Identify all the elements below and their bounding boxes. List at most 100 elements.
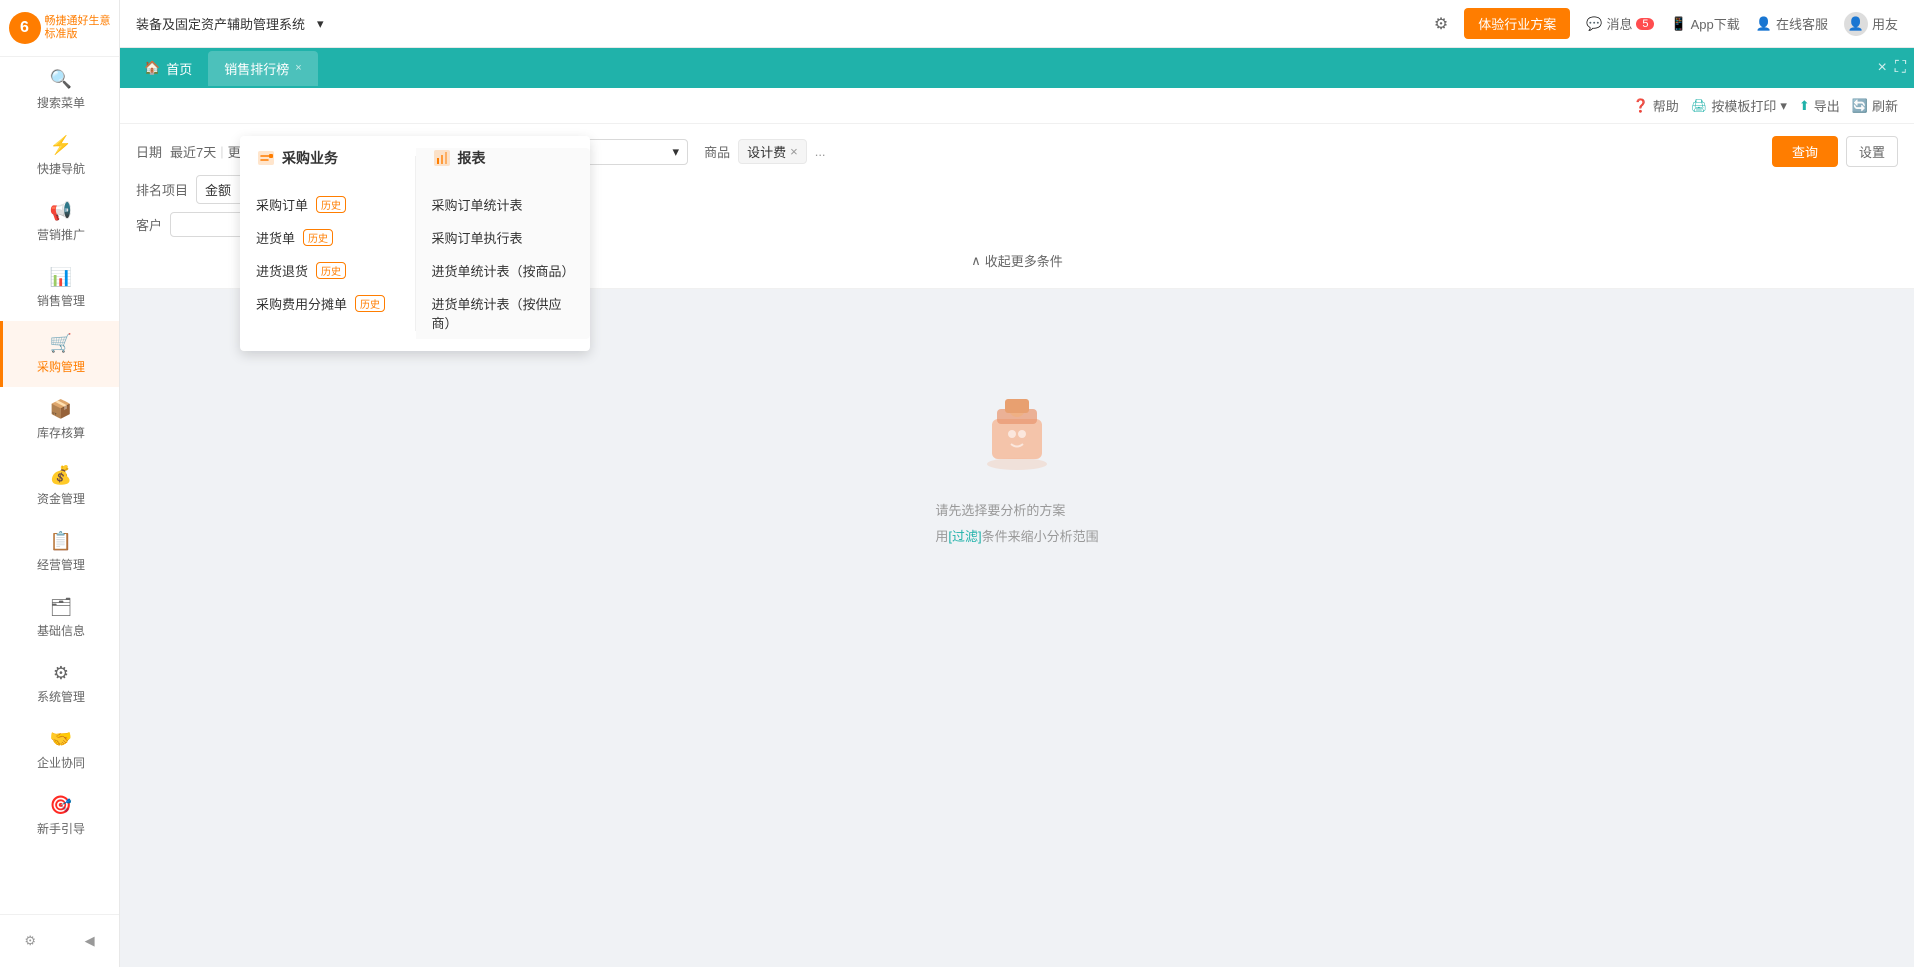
report-menu-column: 报表 采购订单统计表 采购订单执行表 进货单统计表（按商品） 进货单统计表（按供 — [416, 148, 591, 339]
sidebar-item-inventory[interactable]: 📦 库存核算 — [0, 387, 119, 453]
help-btn[interactable]: ❓ 帮助 — [1633, 96, 1679, 115]
goods-tag[interactable]: 设计费 × — [738, 139, 807, 164]
menu-item-goods-stats-by-product[interactable]: 进货单统计表（按商品） — [432, 254, 575, 287]
refresh-btn[interactable]: 🔄 刷新 — [1852, 96, 1898, 115]
header-actions: ⚙ 体验行业方案 💬 消息 5 📱 App下载 👤 在线客服 👤 用友 — [1434, 8, 1898, 39]
sidebar-item-quick-nav[interactable]: ⚡ 快捷导航 — [0, 123, 119, 189]
avatar-icon: 👤 — [1844, 12, 1868, 36]
filter-goods: 商品 设计费 × ... — [704, 139, 825, 164]
sidebar-item-guide[interactable]: 🎯 新手引导 — [0, 783, 119, 849]
help-icon: ❓ — [1633, 98, 1649, 114]
menu-item-purchase-order-stats[interactable]: 采购订单统计表 — [432, 188, 575, 221]
sidebar: 6 畅捷通好生意 标准版 🔍 搜索菜单 ⚡ 快捷导航 📢 营销推广 📊 销售管理… — [0, 0, 120, 967]
message-btn[interactable]: 💬 消息 5 — [1586, 14, 1654, 33]
phone-icon: 📱 — [1670, 16, 1686, 32]
app-download-btn[interactable]: 📱 App下载 — [1670, 14, 1739, 33]
date-7days-btn[interactable]: 最近7天 — [170, 142, 216, 161]
settings-icon: ⚙ — [24, 933, 36, 949]
search-icon: 🔍 — [50, 69, 72, 90]
user-label: 用友 — [1872, 14, 1898, 33]
print-dropdown-icon: ▾ — [1780, 98, 1787, 114]
lightning-icon: ⚡ — [50, 135, 72, 156]
purchase-menu-column: 采购业务 采购订单 历史 进货单 历史 进货退货 历史 — [240, 148, 415, 339]
settings-config-icon[interactable]: ⚙ — [1434, 14, 1448, 34]
service-icon: 👤 — [1756, 16, 1772, 32]
sidebar-item-enterprise[interactable]: 🤝 企业协同 — [0, 717, 119, 783]
message-icon: 💬 — [1586, 16, 1602, 32]
goods-tag-close[interactable]: × — [790, 144, 798, 159]
refresh-icon: 🔄 — [1852, 98, 1868, 114]
sidebar-item-sales[interactable]: 📊 销售管理 — [0, 255, 119, 321]
query-btn[interactable]: 查询 — [1772, 136, 1838, 167]
menu-item-purchase-expense[interactable]: 采购费用分摊单 历史 — [256, 287, 399, 320]
goods-label: 商品 — [704, 142, 730, 161]
tab-sales-ranking[interactable]: 销售排行榜 × — [208, 51, 317, 86]
status-dropdown-icon: ▾ — [673, 144, 680, 160]
goods-receipt-history-badge: 历史 — [303, 229, 333, 246]
close-window-btn[interactable]: × — [1877, 59, 1886, 77]
customer-label: 客户 — [136, 215, 162, 234]
logo-text: 畅捷通好生意 标准版 — [45, 15, 111, 41]
menu-item-purchase-order-exec[interactable]: 采购订单执行表 — [432, 221, 575, 254]
tab-bar-actions: × ⛶ — [1877, 59, 1906, 77]
maximize-btn[interactable]: ⛶ — [1895, 59, 1906, 77]
sidebar-item-system[interactable]: ⚙ 系统管理 — [0, 651, 119, 717]
menu-item-purchase-order[interactable]: 采购订单 历史 — [256, 188, 399, 221]
message-badge: 5 — [1636, 18, 1654, 30]
industry-btn[interactable]: 体验行业方案 — [1464, 8, 1570, 39]
purchase-dropdown-menu: 采购业务 采购订单 历史 进货单 历史 进货退货 历史 — [240, 136, 590, 351]
tab-home[interactable]: 🏠 首页 — [128, 51, 208, 86]
database-icon: 🗂 — [50, 597, 73, 618]
purchase-order-history-badge: 历史 — [316, 196, 346, 213]
empty-hint: 请先选择要分析的方案 用[过滤]条件来缩小分析范围 — [935, 498, 1098, 550]
setting-btn[interactable]: 设置 — [1846, 136, 1898, 167]
purchase-section-icon — [256, 148, 276, 168]
message-label: 消息 — [1606, 14, 1632, 33]
top-header: 装备及固定资产辅助管理系统 ▾ ⚙ 体验行业方案 💬 消息 5 📱 App下载 … — [120, 0, 1914, 48]
system-title: 装备及固定资产辅助管理系统 — [136, 14, 305, 33]
export-btn[interactable]: ⬆ 导出 — [1799, 96, 1840, 115]
gear-icon: ⚙ — [53, 663, 69, 684]
logo-icon: 6 — [9, 12, 41, 44]
clipboard-icon: 📋 — [50, 531, 72, 552]
page-area: ❓ 帮助 🖨 按模板打印 ▾ ⬆ 导出 🔄 刷新 — [120, 88, 1914, 967]
online-service-label: 在线客服 — [1776, 14, 1828, 33]
menu-item-goods-return[interactable]: 进货退货 历史 — [256, 254, 399, 287]
cart-icon: 🛒 — [50, 333, 72, 354]
menu-item-goods-stats-by-supplier[interactable]: 进货单统计表（按供应商） — [432, 287, 575, 339]
sidebar-item-finance[interactable]: 💰 资金管理 — [0, 453, 119, 519]
page-toolbar: ❓ 帮助 🖨 按模板打印 ▾ ⬆ 导出 🔄 刷新 — [120, 88, 1914, 124]
system-dropdown[interactable]: ▾ — [317, 16, 324, 32]
money-icon: 💰 — [50, 465, 72, 486]
sidebar-bottom: ⚙ ◀ — [0, 914, 119, 967]
report-section-header: 报表 — [432, 148, 575, 176]
sidebar-collapse-btn[interactable]: ◀ — [75, 923, 105, 959]
empty-illustration — [967, 379, 1067, 482]
sidebar-item-marketing[interactable]: 📢 营销推广 — [0, 189, 119, 255]
megaphone-icon: 📢 — [50, 201, 72, 222]
print-icon: 🖨 — [1691, 98, 1708, 114]
sidebar-item-operation[interactable]: 📋 经营管理 — [0, 519, 119, 585]
sidebar-item-basic[interactable]: 🗂 基础信息 — [0, 585, 119, 651]
online-service-btn[interactable]: 👤 在线客服 — [1756, 14, 1828, 33]
dropdown-menu-content: 采购业务 采购订单 历史 进货单 历史 进货退货 历史 — [240, 148, 590, 339]
home-icon: 🏠 — [144, 60, 160, 76]
collapse-arrow-icon: ∧ — [971, 253, 981, 269]
goods-more-btn[interactable]: ... — [815, 144, 826, 159]
main-content: 装备及固定资产辅助管理系统 ▾ ⚙ 体验行业方案 💬 消息 5 📱 App下载 … — [120, 0, 1914, 967]
chart-icon: 📊 — [50, 267, 72, 288]
date-label: 日期 — [136, 142, 162, 161]
user-avatar[interactable]: 👤 用友 — [1844, 12, 1898, 36]
purchase-expense-history-badge: 历史 — [355, 295, 385, 312]
sidebar-settings-btn[interactable]: ⚙ — [14, 923, 46, 959]
tab-close-btn[interactable]: × — [295, 62, 301, 74]
goods-return-history-badge: 历史 — [316, 262, 346, 279]
ranking-label: 排名项目 — [136, 180, 188, 199]
sidebar-item-purchase[interactable]: 🛒 采购管理 — [0, 321, 119, 387]
logo: 6 畅捷通好生意 标准版 — [0, 0, 119, 57]
menu-item-goods-receipt[interactable]: 进货单 历史 — [256, 221, 399, 254]
app-download-label: App下载 — [1691, 14, 1740, 33]
print-btn[interactable]: 🖨 按模板打印 ▾ — [1691, 96, 1787, 115]
sidebar-item-search[interactable]: 🔍 搜索菜单 — [0, 57, 119, 123]
target-icon: 🎯 — [50, 795, 72, 816]
